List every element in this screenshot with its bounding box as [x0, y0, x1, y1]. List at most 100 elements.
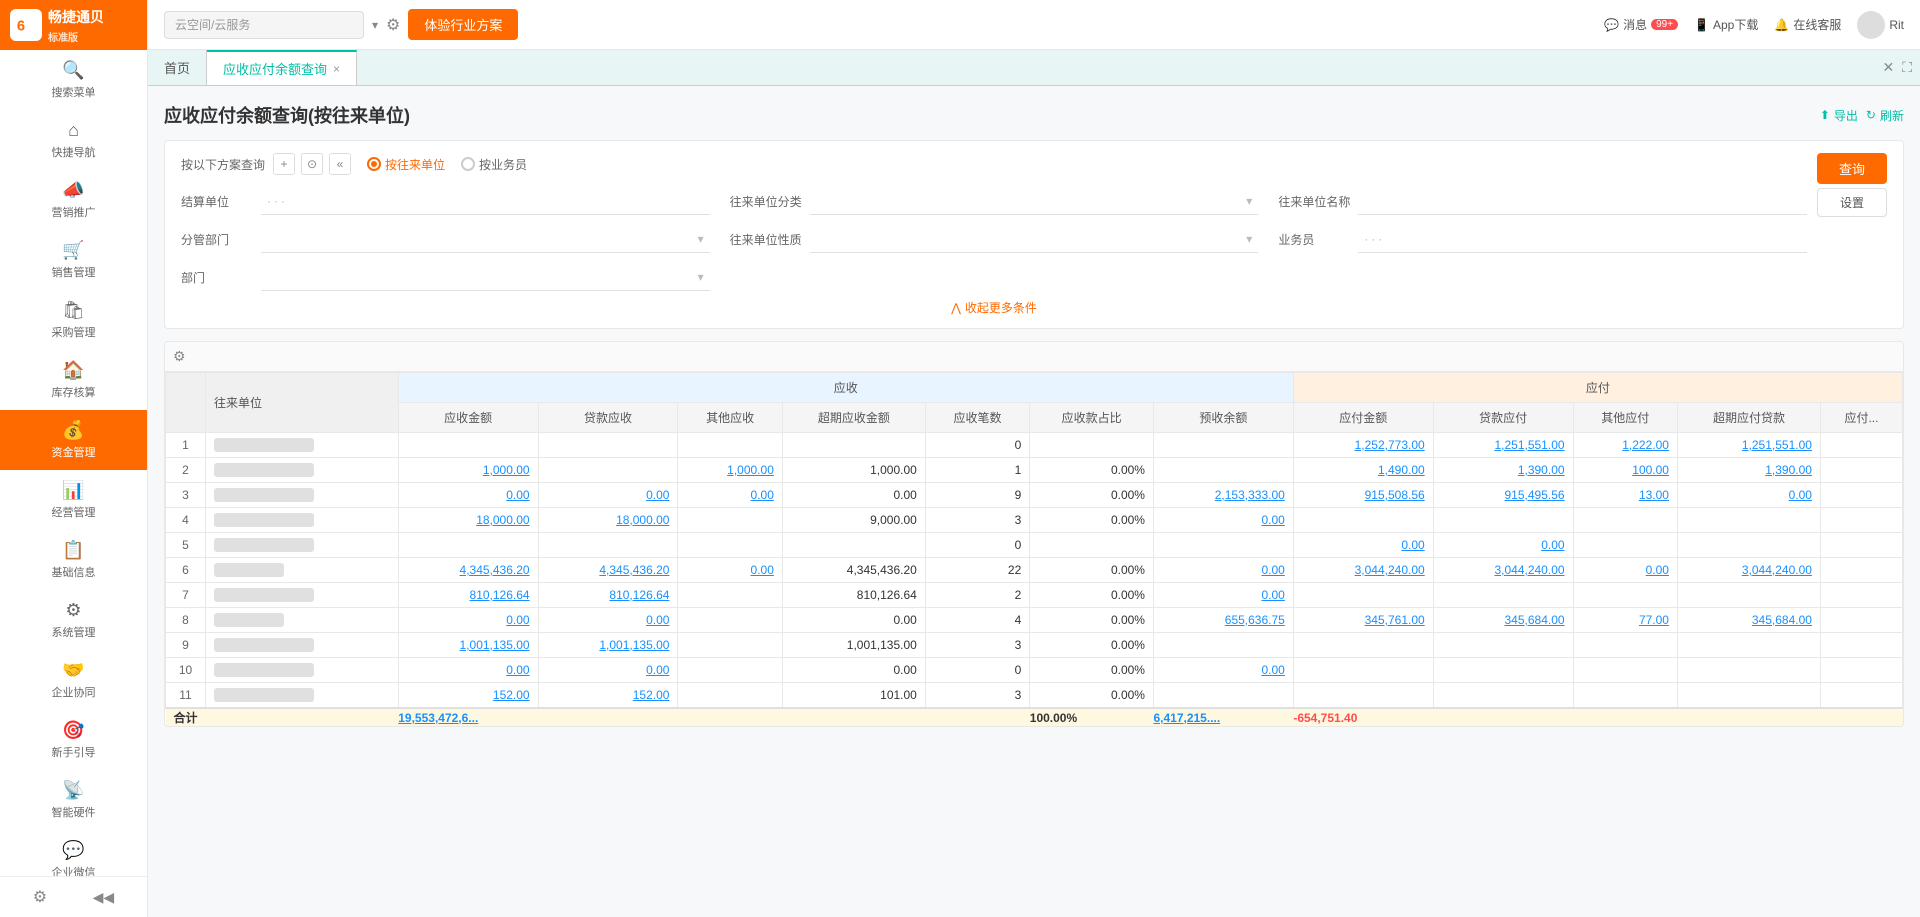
- row-ar-amount[interactable]: 1,001,135.00: [398, 633, 538, 658]
- tab-close-all-icon[interactable]: ✕: [1882, 59, 1894, 76]
- scheme-by-partner[interactable]: 按往来单位: [367, 156, 445, 173]
- input-dept[interactable]: ▾: [261, 225, 710, 253]
- row-other-ap[interactable]: 77.00: [1573, 608, 1677, 633]
- row-other-ap[interactable]: 1,222.00: [1573, 433, 1677, 458]
- sidebar-item-operations[interactable]: 📊 经营管理: [0, 470, 147, 530]
- row-prepay[interactable]: 0.00: [1153, 658, 1293, 683]
- row-loan-ar[interactable]: 152.00: [538, 683, 678, 709]
- row-other-ar[interactable]: [678, 658, 782, 683]
- row-other-ar[interactable]: [678, 508, 782, 533]
- row-overdue-ap[interactable]: [1677, 583, 1820, 608]
- row-other-ar[interactable]: [678, 608, 782, 633]
- settings-button[interactable]: 设置: [1817, 188, 1887, 217]
- row-loan-ar[interactable]: 0.00: [538, 608, 678, 633]
- row-prepay[interactable]: [1153, 633, 1293, 658]
- row-overdue-ap[interactable]: [1677, 508, 1820, 533]
- sidebar-item-search-menu[interactable]: 🔍 搜索菜单: [0, 50, 147, 110]
- row-loan-ap[interactable]: [1433, 658, 1573, 683]
- add-scheme-icon[interactable]: +: [273, 153, 295, 175]
- row-overdue-ap[interactable]: 1,251,551.00: [1677, 433, 1820, 458]
- sidebar-settings-icon[interactable]: ⚙: [33, 887, 47, 907]
- sidebar-item-sales[interactable]: 🛒 销售管理: [0, 230, 147, 290]
- user-avatar-button[interactable]: Rit: [1857, 11, 1904, 39]
- row-ap-amount[interactable]: 3,044,240.00: [1293, 558, 1433, 583]
- export-button[interactable]: ⬆ 导出: [1820, 107, 1858, 124]
- row-overdue-ap[interactable]: [1677, 633, 1820, 658]
- row-ap-amount[interactable]: 345,761.00: [1293, 608, 1433, 633]
- row-prepay[interactable]: [1153, 683, 1293, 709]
- row-loan-ar[interactable]: 4,345,436.20: [538, 558, 678, 583]
- sidebar-item-inventory[interactable]: 🏠 库存核算: [0, 350, 147, 410]
- row-ap-amount[interactable]: 915,508.56: [1293, 483, 1433, 508]
- sidebar-item-purchase[interactable]: 🛍 采购管理: [0, 290, 147, 350]
- input-nature[interactable]: ▾: [810, 225, 1259, 253]
- row-ap-amount[interactable]: [1293, 633, 1433, 658]
- row-overdue-ap[interactable]: [1677, 658, 1820, 683]
- row-other-ar[interactable]: 0.00: [678, 558, 782, 583]
- row-loan-ap[interactable]: [1433, 508, 1573, 533]
- row-other-ap[interactable]: [1573, 658, 1677, 683]
- sidebar-item-base-info[interactable]: 📋 基础信息: [0, 530, 147, 590]
- row-overdue-ap[interactable]: 345,684.00: [1677, 608, 1820, 633]
- row-ar-amount[interactable]: 4,345,436.20: [398, 558, 538, 583]
- row-other-ap[interactable]: 0.00: [1573, 558, 1677, 583]
- row-ap-amount[interactable]: 1,252,773.00: [1293, 433, 1433, 458]
- row-prepay[interactable]: 0.00: [1153, 558, 1293, 583]
- row-ap-amount[interactable]: [1293, 658, 1433, 683]
- sidebar-item-marketing[interactable]: 📣 营销推广: [0, 170, 147, 230]
- input-dept2[interactable]: ▾: [261, 263, 710, 291]
- row-ar-amount[interactable]: [398, 533, 538, 558]
- row-other-ap[interactable]: 100.00: [1573, 458, 1677, 483]
- tab-close-icon[interactable]: ×: [333, 62, 340, 76]
- row-loan-ar[interactable]: 810,126.64: [538, 583, 678, 608]
- row-overdue-ap[interactable]: 0.00: [1677, 483, 1820, 508]
- row-other-ar[interactable]: [678, 633, 782, 658]
- row-ar-amount[interactable]: 1,000.00: [398, 458, 538, 483]
- input-settlement[interactable]: ···: [261, 187, 710, 215]
- row-ar-amount[interactable]: 810,126.64: [398, 583, 538, 608]
- sidebar-item-wechat[interactable]: 💬 企业微信: [0, 830, 147, 876]
- notifications-button[interactable]: 💬 消息 99+: [1604, 16, 1678, 33]
- row-loan-ar[interactable]: [538, 533, 678, 558]
- row-loan-ap[interactable]: [1433, 583, 1573, 608]
- row-prepay[interactable]: [1153, 458, 1293, 483]
- breadcrumb-dropdown-icon[interactable]: ▾: [372, 18, 378, 32]
- input-salesperson[interactable]: ···: [1358, 225, 1807, 253]
- row-loan-ar[interactable]: [538, 458, 678, 483]
- sidebar-item-system[interactable]: ⚙ 系统管理: [0, 590, 147, 650]
- settings-gear-icon[interactable]: ⚙: [386, 15, 400, 35]
- refresh-button[interactable]: ↻ 刷新: [1866, 107, 1904, 124]
- row-ar-amount[interactable]: 18,000.00: [398, 508, 538, 533]
- row-other-ar[interactable]: [678, 433, 782, 458]
- collapse-button[interactable]: ⋀ 收起更多条件: [951, 299, 1037, 316]
- row-other-ap[interactable]: 13.00: [1573, 483, 1677, 508]
- input-partner-name[interactable]: [1358, 187, 1807, 215]
- tab-home[interactable]: 首页: [148, 50, 207, 85]
- row-other-ap[interactable]: [1573, 583, 1677, 608]
- row-other-ar[interactable]: 1,000.00: [678, 458, 782, 483]
- row-ar-amount[interactable]: 0.00: [398, 483, 538, 508]
- edit-scheme-icon[interactable]: ⊙: [301, 153, 323, 175]
- row-ap-amount[interactable]: 1,490.00: [1293, 458, 1433, 483]
- row-loan-ar[interactable]: 0.00: [538, 658, 678, 683]
- row-prepay[interactable]: 0.00: [1153, 583, 1293, 608]
- row-overdue-ap[interactable]: 1,390.00: [1677, 458, 1820, 483]
- sidebar-item-quick-nav[interactable]: ⌂ 快捷导航: [0, 110, 147, 170]
- input-partner-category[interactable]: ▾: [810, 187, 1259, 215]
- row-loan-ap[interactable]: 345,684.00: [1433, 608, 1573, 633]
- tab-expand-icon[interactable]: ⛶: [1902, 59, 1912, 76]
- sidebar-item-guide[interactable]: 🎯 新手引导: [0, 710, 147, 770]
- row-ar-amount[interactable]: 0.00: [398, 658, 538, 683]
- row-loan-ar[interactable]: 18,000.00: [538, 508, 678, 533]
- query-button[interactable]: 查询: [1817, 153, 1887, 184]
- row-overdue-ap[interactable]: [1677, 533, 1820, 558]
- row-ar-amount[interactable]: 0.00: [398, 608, 538, 633]
- scheme-by-employee[interactable]: 按业务员: [461, 156, 527, 173]
- row-ap-amount[interactable]: [1293, 683, 1433, 709]
- app-download-button[interactable]: 📱 App下载: [1694, 16, 1758, 33]
- tab-ar-ap-query[interactable]: 应收应付余额查询 ×: [207, 50, 357, 85]
- row-other-ap[interactable]: [1573, 633, 1677, 658]
- trial-button[interactable]: 体验行业方案: [408, 9, 518, 40]
- row-loan-ar[interactable]: [538, 433, 678, 458]
- row-loan-ap[interactable]: [1433, 633, 1573, 658]
